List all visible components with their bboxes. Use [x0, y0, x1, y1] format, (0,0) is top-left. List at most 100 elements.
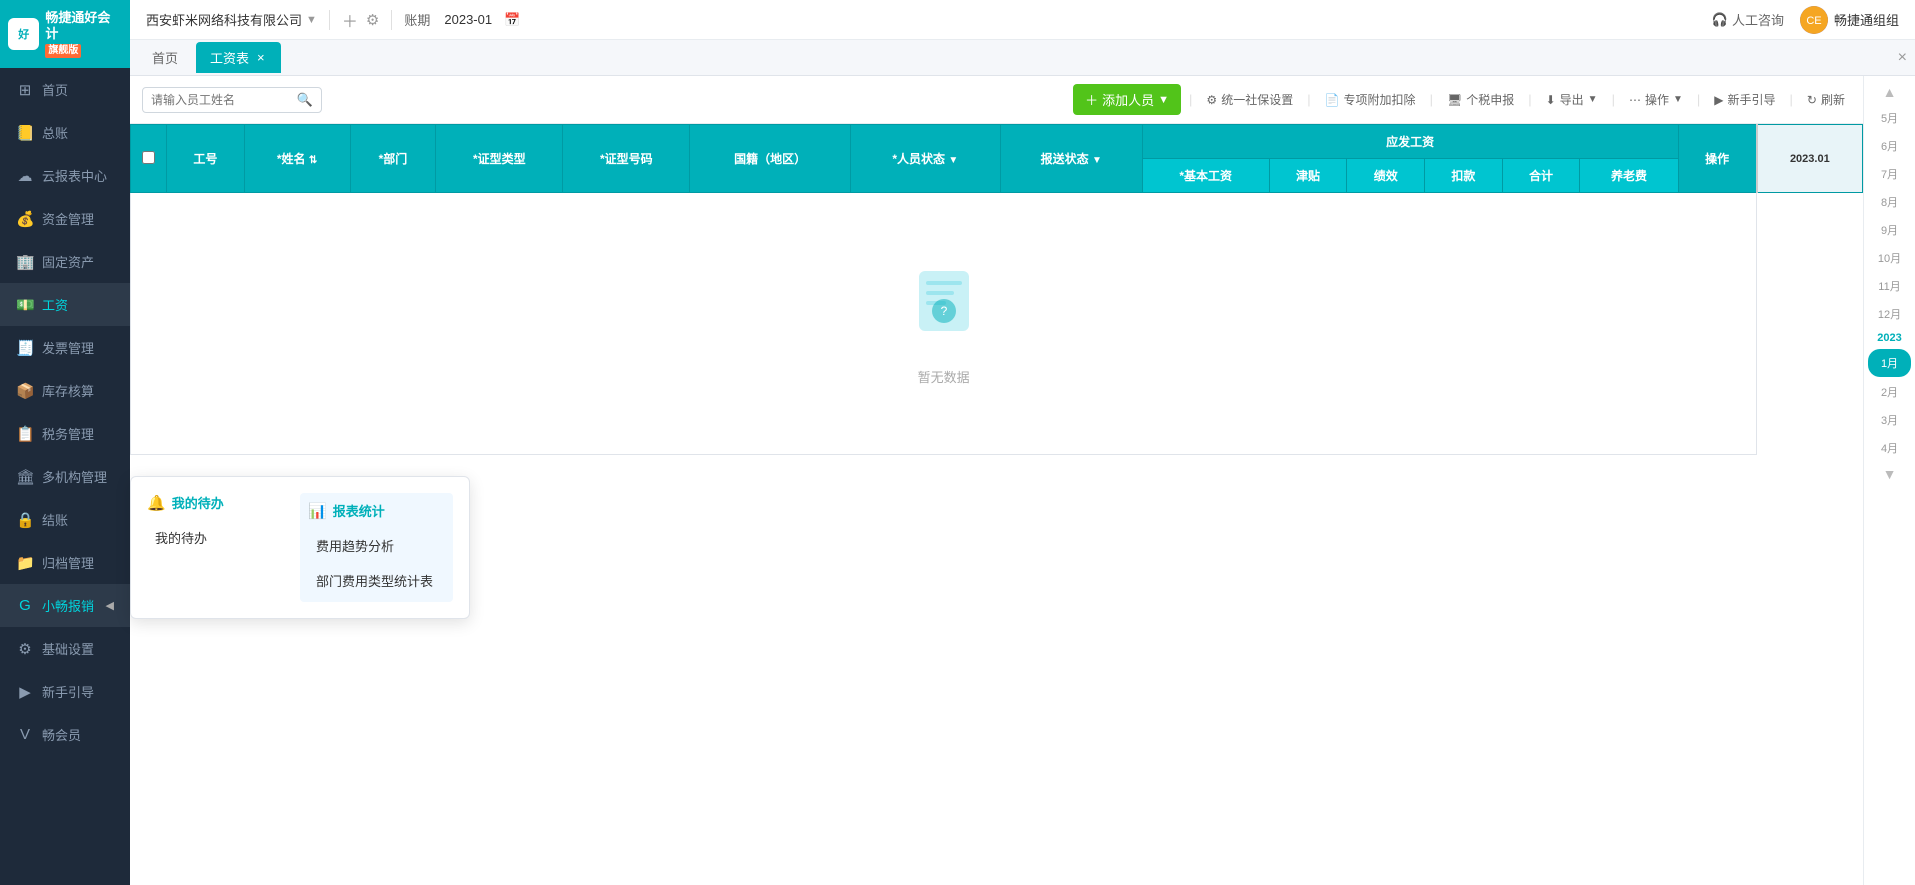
sidebar-item-label: 归档管理: [42, 553, 94, 572]
archive-icon: 📁: [16, 554, 34, 572]
inventory-icon: 📦: [16, 382, 34, 400]
chevron-down-icon: ▼: [306, 14, 317, 26]
calendar-icon[interactable]: 📅: [504, 12, 520, 28]
sidebar-item-archive[interactable]: 📁 归档管理: [0, 541, 130, 584]
sidebar-item-home[interactable]: ⊞ 首页: [0, 68, 130, 111]
checkbox-header[interactable]: [131, 125, 167, 193]
header-right: 🎧 人工咨询 CE 畅捷通组组: [1712, 6, 1899, 34]
sidebar-item-tax[interactable]: 📋 税务管理: [0, 412, 130, 455]
tab-home-label: 首页: [152, 48, 178, 67]
guide-icon: ▶: [1714, 93, 1723, 107]
sidebar-item-label: 资金管理: [42, 209, 94, 228]
timeline-month-9[interactable]: 9月: [1864, 216, 1915, 244]
cloud-icon: ☁: [16, 167, 34, 185]
select-all-checkbox[interactable]: [142, 151, 155, 164]
popup-pending-title: 我的待办: [172, 493, 224, 512]
empty-text: 暂无数据: [918, 367, 970, 386]
add-person-label: 添加人员: [1102, 90, 1154, 109]
avatar: CE: [1800, 6, 1828, 34]
th-allowance: 津贴: [1269, 159, 1347, 193]
sidebar-item-close-accounts[interactable]: 🔒 结账: [0, 498, 130, 541]
timeline-month-5[interactable]: 5月: [1864, 104, 1915, 132]
timeline-month-8[interactable]: 8月: [1864, 188, 1915, 216]
org-icon: 🏛: [16, 468, 34, 486]
divider2: [391, 10, 392, 30]
close-all-icon[interactable]: ×: [1898, 49, 1907, 66]
search-icon: 🔍: [297, 92, 313, 108]
svg-text:?: ?: [940, 304, 947, 318]
export-button[interactable]: ⬇ 导出 ▼: [1540, 87, 1604, 112]
sidebar-item-label: 固定资产: [42, 252, 94, 271]
guide-button[interactable]: ▶ 新手引导: [1708, 87, 1781, 112]
sidebar-item-label: 发票管理: [42, 338, 94, 357]
dropdown-arrow-icon: ▼: [1158, 94, 1169, 106]
tax-icon: 📋: [16, 425, 34, 443]
sidebar-item-cloud-reports[interactable]: ☁ 云报表中心: [0, 154, 130, 197]
search-box[interactable]: 🔍: [142, 87, 322, 113]
tab-bar: 首页 工资表 × ×: [130, 40, 1915, 76]
status-filter-icon[interactable]: ▼: [948, 155, 958, 166]
user-info[interactable]: CE 畅捷通组组: [1800, 6, 1899, 34]
period-value: 2023-01: [444, 12, 492, 27]
popup-item-pending[interactable]: 我的待办: [147, 524, 300, 551]
sort-icon[interactable]: ⇅: [309, 155, 317, 166]
popup-section-pending: 🔔 我的待办 我的待办: [147, 493, 300, 602]
timeline-month-3[interactable]: 3月: [1864, 406, 1915, 434]
sidebar-item-inventory[interactable]: 📦 库存核算: [0, 369, 130, 412]
sidebar-item-basic-settings[interactable]: ⚙ 基础设置: [0, 627, 130, 670]
personal-tax-icon: 🖥: [1447, 93, 1462, 107]
sidebar-item-expense[interactable]: G 小畅报销 ◀: [0, 584, 130, 627]
timeline-month-6[interactable]: 6月: [1864, 132, 1915, 160]
social-security-button[interactable]: ⚙ 统一社保设置: [1200, 87, 1299, 112]
sidebar-item-ledger[interactable]: 📒 总账: [0, 111, 130, 154]
social-security-label: 统一社保设置: [1221, 91, 1293, 108]
add-person-button[interactable]: ＋ 添加人员 ▼: [1073, 84, 1181, 115]
timeline-month-4[interactable]: 4月: [1864, 434, 1915, 462]
fund-icon: 💰: [16, 210, 34, 228]
th-dept: *部门: [350, 125, 436, 193]
tab-close-button[interactable]: ×: [255, 50, 267, 65]
timeline-month-2[interactable]: 2月: [1864, 378, 1915, 406]
sidebar-item-guide[interactable]: ▶ 新手引导: [0, 670, 130, 713]
popup-item-dept-cost[interactable]: 部门费用类型统计表: [308, 567, 445, 594]
th-period: 2023.01: [1757, 125, 1863, 193]
refresh-button[interactable]: ↻ 刷新: [1801, 87, 1851, 112]
timeline-down-button[interactable]: ▼: [1879, 462, 1901, 486]
timeline-month-1[interactable]: 1月: [1868, 349, 1911, 377]
tax-deduction-icon: 📄: [1325, 93, 1340, 107]
popup-reports-title: 报表统计: [333, 501, 385, 520]
sidebar-item-member[interactable]: V 畅会员: [0, 713, 130, 756]
settings-button[interactable]: ⚙: [366, 11, 379, 29]
sidebar-item-invoice[interactable]: 🧾 发票管理: [0, 326, 130, 369]
operations-button[interactable]: ⋯ 操作 ▼: [1623, 87, 1689, 112]
main-content: 西安虾米网络科技有限公司 ▼ ＋ ⚙ 账期 2023-01 📅 🎧 人工咨询 C…: [130, 0, 1915, 885]
guide-label: 新手引导: [1728, 91, 1776, 108]
company-selector[interactable]: 西安虾米网络科技有限公司 ▼: [146, 10, 317, 29]
popup-section-reports: 📊 报表统计 费用趋势分析 部门费用类型统计表: [300, 493, 453, 602]
tab-home[interactable]: 首页: [138, 42, 192, 73]
support-button[interactable]: 🎧 人工咨询: [1712, 10, 1784, 29]
expense-icon: G: [16, 597, 34, 614]
timeline-month-12[interactable]: 12月: [1864, 300, 1915, 328]
personal-tax-button[interactable]: 🖥 个税申报: [1441, 87, 1520, 112]
search-input[interactable]: [151, 93, 291, 107]
empty-icon: ?: [904, 261, 984, 355]
timeline-month-7[interactable]: 7月: [1864, 160, 1915, 188]
timeline-up-button[interactable]: ▲: [1879, 80, 1901, 104]
th-name: *姓名 ⇅: [244, 125, 350, 193]
sidebar-item-fixed-assets[interactable]: 🏢 固定资产: [0, 240, 130, 283]
sidebar-nav: ⊞ 首页 📒 总账 ☁ 云报表中心 💰 资金管理 🏢 固定资产 💵 工资 🧾 发…: [0, 68, 130, 885]
salary-icon: 💵: [16, 296, 34, 314]
timeline-month-11[interactable]: 11月: [1864, 272, 1915, 300]
sidebar-item-multi-org[interactable]: 🏛 多机构管理: [0, 455, 130, 498]
headset-icon: 🎧: [1712, 12, 1728, 28]
tax-deduction-button[interactable]: 📄 专项附加扣除: [1319, 87, 1422, 112]
add-company-button[interactable]: ＋: [342, 8, 358, 32]
popup-item-cost-trend[interactable]: 费用趋势分析: [308, 532, 445, 559]
sidebar-item-label: 首页: [42, 80, 68, 99]
tab-salary[interactable]: 工资表 ×: [196, 42, 281, 73]
submit-filter-icon[interactable]: ▼: [1092, 155, 1102, 166]
timeline-month-10[interactable]: 10月: [1864, 244, 1915, 272]
sidebar-item-fund[interactable]: 💰 资金管理: [0, 197, 130, 240]
sidebar-item-salary[interactable]: 💵 工资: [0, 283, 130, 326]
